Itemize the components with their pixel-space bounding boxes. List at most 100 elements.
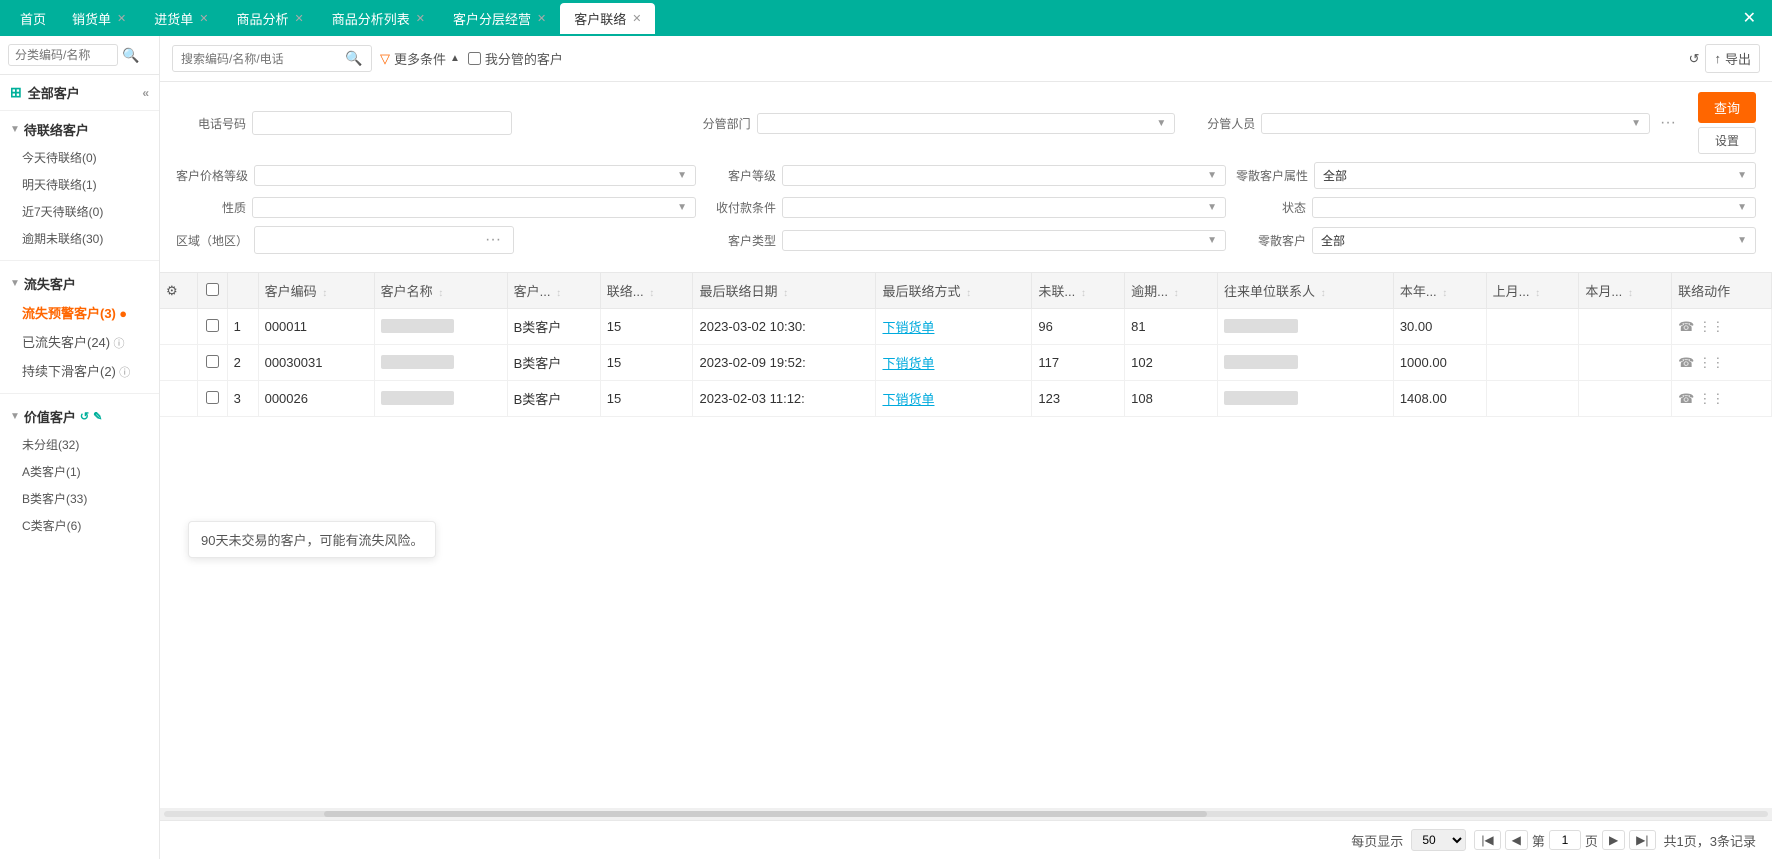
sidebar-item-churn-predict[interactable]: 流失预警客户(3) ● — [0, 298, 159, 327]
per-page-select[interactable]: 50 100 200 — [1411, 829, 1466, 851]
sidebar-value-title[interactable]: ▼ 价值客户 ↺ ✎ — [0, 402, 159, 431]
next-page-button[interactable]: ▶ — [1602, 830, 1625, 850]
row3-contact-icon[interactable]: ☎ — [1678, 391, 1694, 407]
customer-type-select[interactable]: ▼ — [782, 230, 1226, 251]
col-unit-contact[interactable]: 往来单位联系人 ↕ — [1217, 273, 1393, 309]
row1-select-checkbox[interactable] — [206, 319, 219, 332]
tab-purchase[interactable]: 进货单 ✕ — [140, 3, 222, 34]
value-edit-icon[interactable]: ✎ — [93, 410, 102, 423]
col-uncontacted[interactable]: 未联... ↕ — [1032, 273, 1125, 309]
region-more-icon[interactable]: ··· — [481, 231, 505, 249]
scrollbar-thumb[interactable] — [324, 811, 1206, 817]
refresh-icon[interactable]: ↺ — [1689, 51, 1700, 67]
row1-more-icon[interactable]: ⋮⋮ — [1698, 319, 1724, 335]
page-label: 第 — [1532, 831, 1545, 850]
row2-more-icon[interactable]: ⋮⋮ — [1698, 355, 1724, 371]
sidebar-search-icon[interactable]: 🔍 — [122, 47, 139, 64]
search-icon[interactable]: 🔍 — [345, 50, 362, 67]
sidebar-item-today[interactable]: 今天待联络(0) — [0, 144, 159, 171]
tab-sales-close[interactable]: ✕ — [117, 12, 126, 25]
person-more-icon[interactable]: ··· — [1656, 114, 1680, 132]
value-refresh-icon[interactable]: ↺ — [80, 410, 89, 423]
export-button[interactable]: ↑ 导出 — [1705, 44, 1760, 73]
retail-customer-select[interactable]: 全部 ▼ — [1312, 227, 1756, 254]
prev-page-button[interactable]: ◀ — [1505, 830, 1528, 850]
horizontal-scrollbar[interactable] — [160, 808, 1772, 820]
customer-grade-select[interactable]: ▼ — [782, 165, 1226, 186]
sidebar-item-overdue[interactable]: 逾期未联络(30) — [0, 225, 159, 252]
person-select[interactable]: ▼ — [1261, 113, 1650, 134]
row2-contact-icon[interactable]: ☎ — [1678, 355, 1694, 371]
my-customers-checkbox-label[interactable]: 我分管的客户 — [468, 49, 563, 68]
first-page-button[interactable]: |◀ — [1474, 830, 1500, 850]
row3-more-icon[interactable]: ⋮⋮ — [1698, 391, 1724, 407]
col-last-contact-date[interactable]: 最后联络日期 ↕ — [693, 273, 876, 309]
tab-purchase-close[interactable]: ✕ — [199, 12, 208, 25]
sidebar-item-churn-decrease[interactable]: 持续下滑客户(2) ⓘ — [0, 356, 159, 385]
sidebar-item-week[interactable]: 近7天待联络(0) — [0, 198, 159, 225]
price-grade-select[interactable]: ▼ — [254, 165, 696, 186]
page-input[interactable] — [1549, 830, 1581, 850]
col-name[interactable]: 客户名称 ↕ — [374, 273, 507, 309]
more-conditions-button[interactable]: ▽ 更多条件 ▲ — [380, 49, 460, 68]
tab-analysis-close[interactable]: ✕ — [295, 12, 304, 25]
tab-sales[interactable]: 销货单 ✕ — [58, 3, 140, 34]
sidebar-item-class-c[interactable]: C类客户(6) — [0, 512, 159, 539]
row2-contact-method-link[interactable]: 下销货单 — [882, 356, 934, 371]
price-grade-label: 客户价格等级 — [176, 167, 248, 184]
col-contact[interactable]: 联络... ↕ — [600, 273, 693, 309]
last-page-button[interactable]: ▶| — [1629, 830, 1655, 850]
tab-customer-tier-close[interactable]: ✕ — [537, 12, 546, 25]
col-type[interactable]: 客户... ↕ — [507, 273, 600, 309]
sidebar-item-class-b[interactable]: B类客户(33) — [0, 485, 159, 512]
retail-attr-select[interactable]: 全部 ▼ — [1314, 162, 1756, 189]
select-all-checkbox[interactable] — [206, 283, 219, 296]
sidebar-item-class-a[interactable]: A类客户(1) — [0, 458, 159, 485]
tab-home[interactable]: 首页 — [8, 3, 58, 34]
row3-contact-method-link[interactable]: 下销货单 — [882, 392, 934, 407]
col-this-year[interactable]: 本年... ↕ — [1393, 273, 1486, 309]
tab-analysis-list[interactable]: 商品分析列表 ✕ — [318, 3, 439, 34]
pagination-bar: 每页显示 50 100 200 |◀ ◀ 第 页 ▶ ▶| 共1页，3条记录 — [160, 820, 1772, 859]
col-last-month[interactable]: 上月... ↕ — [1486, 273, 1579, 309]
window-close-button[interactable]: ✕ — [1735, 4, 1764, 32]
churn-lost-info-icon[interactable]: ⓘ — [113, 338, 124, 350]
sidebar-item-ungrouped[interactable]: 未分组(32) — [0, 431, 159, 458]
col-last-contact-method[interactable]: 最后联络方式 ↕ — [876, 273, 1032, 309]
sidebar-churn-title[interactable]: ▼ 流失客户 — [0, 269, 159, 298]
row1-contact-method-link[interactable]: 下销货单 — [882, 320, 934, 335]
sidebar-pending-title[interactable]: ▼ 待联络客户 — [0, 115, 159, 144]
col-this-month[interactable]: 本月... ↕ — [1579, 273, 1672, 309]
search-input[interactable] — [181, 52, 341, 66]
table-settings-gear-icon[interactable]: ⚙ — [166, 283, 178, 298]
row3-code: 000026 — [258, 381, 374, 417]
gender-select[interactable]: ▼ — [252, 197, 696, 218]
sidebar-collapse-icon[interactable]: « — [142, 86, 149, 100]
region-select[interactable]: ··· — [254, 226, 514, 254]
my-customers-checkbox[interactable] — [468, 52, 481, 65]
settings-button[interactable]: 设置 — [1698, 127, 1756, 154]
row2-select-checkbox[interactable] — [206, 355, 219, 368]
sidebar-all-customers[interactable]: ⊞ 全部客户 « — [0, 75, 159, 111]
row3-select-checkbox[interactable] — [206, 391, 219, 404]
sidebar-item-tomorrow[interactable]: 明天待联络(1) — [0, 171, 159, 198]
churn-decrease-info-icon[interactable]: ⓘ — [119, 367, 130, 379]
sidebar-search-input[interactable] — [8, 44, 118, 66]
sidebar-item-churn-lost[interactable]: 已流失客户(24) ⓘ — [0, 327, 159, 356]
row1-contact-icon[interactable]: ☎ — [1678, 319, 1694, 335]
payment-select[interactable]: ▼ — [782, 197, 1226, 218]
query-button[interactable]: 查询 — [1698, 92, 1756, 123]
uncontacted-sort-icon: ↕ — [1081, 288, 1086, 299]
customer-type-down-icon: ▼ — [1207, 235, 1217, 246]
status-select[interactable]: ▼ — [1312, 197, 1756, 218]
tab-analysis[interactable]: 商品分析 ✕ — [222, 3, 317, 34]
col-overdue[interactable]: 逾期... ↕ — [1125, 273, 1218, 309]
tab-customer-link-close[interactable]: ✕ — [632, 12, 641, 25]
tab-analysis-list-close[interactable]: ✕ — [416, 12, 425, 25]
tab-customer-link[interactable]: 客户联络 ✕ — [560, 3, 655, 34]
sidebar-divider-2 — [0, 393, 159, 394]
dept-select[interactable]: ▼ — [757, 113, 1176, 134]
col-code[interactable]: 客户编码 ↕ — [258, 273, 374, 309]
tab-customer-tier[interactable]: 客户分层经营 ✕ — [439, 3, 560, 34]
phone-input[interactable] — [252, 111, 512, 135]
